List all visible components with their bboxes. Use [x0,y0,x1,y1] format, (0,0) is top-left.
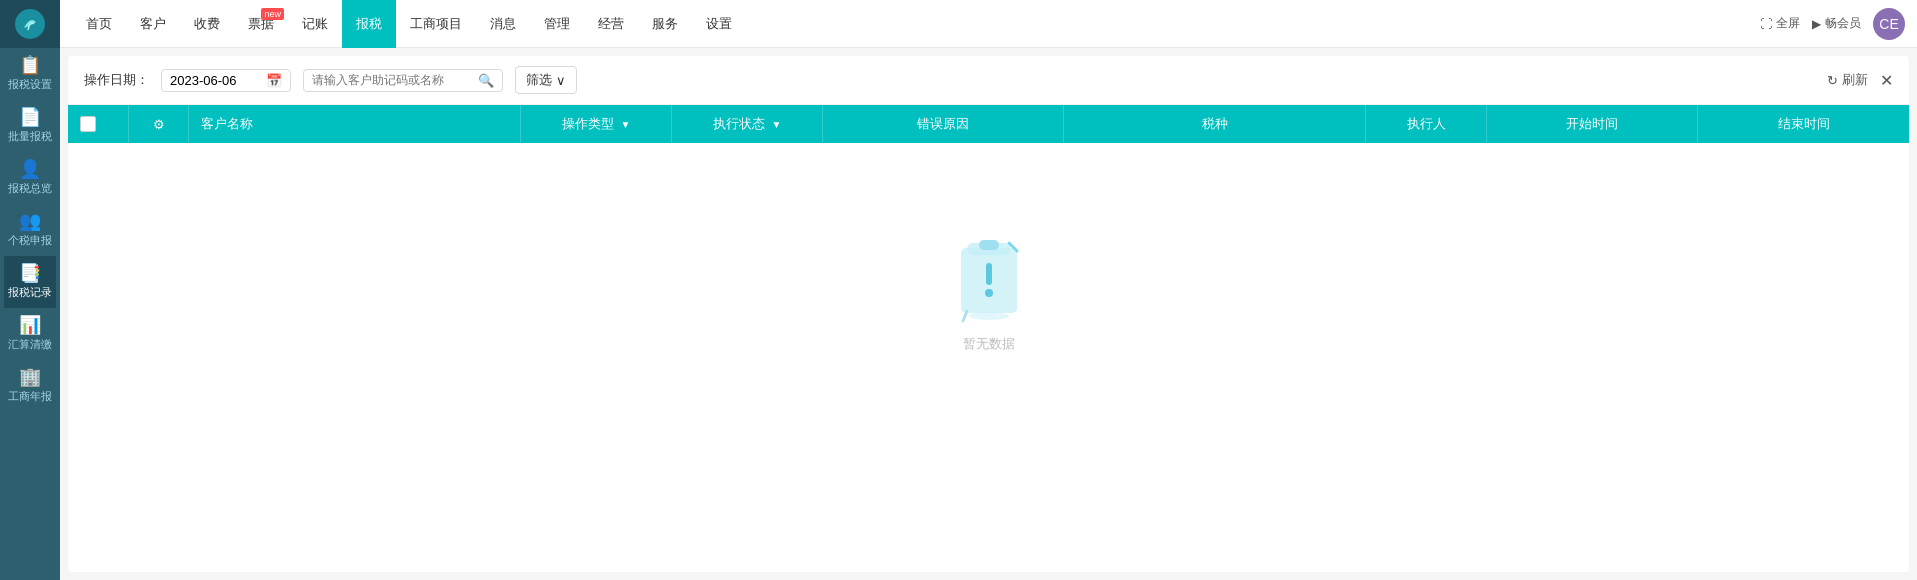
sidebar-item-tax-records[interactable]: 📑 报税记录 [4,256,56,308]
svg-rect-4 [986,263,992,285]
topnav-right: ⛶ 全屏 ▶ 畅会员 CE [1760,8,1905,40]
th-settings[interactable]: ⚙ [128,105,188,143]
tax-records-icon: 📑 [19,264,41,282]
th-executor: 执行人 [1366,105,1487,143]
th-checkbox [68,105,128,143]
sidebar-label-tax-records: 报税记录 [8,285,52,300]
sidebar-label-personal-tax: 个税申报 [8,233,52,248]
main-area: 首页客户收费票据new记账报税工商项目消息管理经营服务设置 ⛶ 全屏 ▶ 畅会员… [60,0,1917,580]
video-icon: ▶ [1812,17,1821,31]
member-label: 畅会员 [1825,15,1861,32]
topnav-item-home[interactable]: 首页 [72,0,126,48]
sidebar: 📋 报税设置 📄 批量报税 👤 报税总览 👥 个税申报 📑 报税记录 📊 汇算清缴 🏢 工商年报 [0,0,60,580]
sort-icon-op-type: ▼ [620,119,630,130]
topnav: 首页客户收费票据new记账报税工商项目消息管理经营服务设置 ⛶ 全屏 ▶ 畅会员… [60,0,1917,48]
sidebar-item-tax-overview[interactable]: 👤 报税总览 [4,152,56,204]
tax-overview-icon: 👤 [19,160,41,178]
sidebar-item-personal-tax[interactable]: 👥 个税申报 [4,204,56,256]
toolbar: 操作日期： 📅 🔍 筛选 ∨ ↻ 刷新 ✕ [68,56,1909,105]
th-status[interactable]: 执行状态 ▼ [672,105,823,143]
empty-icon [949,233,1029,323]
empty-text: 暂无数据 [963,335,1015,353]
th-error: 错误原因 [822,105,1063,143]
data-table: ⚙ 客户名称 操作类型 ▼ 执行状态 ▼ 错误原因 [68,105,1909,143]
personal-tax-icon: 👥 [19,212,41,230]
select-all-checkbox[interactable] [80,116,96,132]
tax-settings-icon: 📋 [19,56,41,74]
empty-state: 暂无数据 [68,143,1909,443]
close-button[interactable]: ✕ [1880,71,1893,90]
content-area: 操作日期： 📅 🔍 筛选 ∨ ↻ 刷新 ✕ [68,56,1909,572]
topnav-item-client[interactable]: 客户 [126,0,180,48]
refresh-button[interactable]: ↻ 刷新 [1827,71,1868,89]
search-icon: 🔍 [478,73,494,88]
chevron-down-icon: ∨ [556,73,566,88]
sidebar-label-batch-tax: 批量报税 [8,129,52,144]
th-tax: 税种 [1064,105,1366,143]
avatar[interactable]: CE [1873,8,1905,40]
sidebar-item-tax-settings[interactable]: 📋 报税设置 [4,48,56,100]
member-button[interactable]: ▶ 畅会员 [1812,15,1861,32]
sidebar-item-annual-report[interactable]: 🏢 工商年报 [4,360,56,412]
topnav-item-tax[interactable]: 报税 [342,0,396,48]
toolbar-right: ↻ 刷新 ✕ [1827,71,1893,90]
settlement-icon: 📊 [19,316,41,334]
topnav-item-message[interactable]: 消息 [476,0,530,48]
topnav-item-billing[interactable]: 收费 [180,0,234,48]
filter-label: 筛选 [526,71,552,89]
topnav-item-settings[interactable]: 设置 [692,0,746,48]
topnav-item-invoice[interactable]: 票据new [234,0,288,48]
sidebar-label-settlement: 汇算清缴 [8,337,52,352]
svg-point-5 [985,289,993,297]
sidebar-item-batch-tax[interactable]: 📄 批量报税 [4,100,56,152]
search-input[interactable] [312,73,472,87]
sidebar-item-settlement[interactable]: 📊 汇算清缴 [4,308,56,360]
batch-tax-icon: 📄 [19,108,41,126]
fullscreen-button[interactable]: ⛶ 全屏 [1760,15,1800,32]
refresh-icon: ↻ [1827,73,1838,88]
badge-new-invoice: new [261,8,284,21]
annual-report-icon: 🏢 [19,368,41,386]
topnav-item-manage[interactable]: 管理 [530,0,584,48]
th-customer: 客户名称 [189,105,521,143]
th-end-time: 结束时间 [1698,105,1909,143]
topnav-item-bizproject[interactable]: 工商项目 [396,0,476,48]
sidebar-label-tax-overview: 报税总览 [8,181,52,196]
table-container: ⚙ 客户名称 操作类型 ▼ 执行状态 ▼ 错误原因 [68,105,1909,572]
search-box[interactable]: 🔍 [303,69,503,92]
refresh-label: 刷新 [1842,71,1868,89]
date-label: 操作日期： [84,71,149,89]
table-header-row: ⚙ 客户名称 操作类型 ▼ 执行状态 ▼ 错误原因 [68,105,1909,143]
date-input[interactable]: 📅 [161,69,291,92]
topnav-item-ledger[interactable]: 记账 [288,0,342,48]
sidebar-label-annual-report: 工商年报 [8,389,52,404]
fullscreen-label: 全屏 [1776,15,1800,32]
sort-icon-status: ▼ [771,119,781,130]
fullscreen-icon: ⛶ [1760,17,1772,31]
date-field[interactable] [170,73,260,88]
sidebar-logo [0,0,60,48]
svg-rect-3 [979,240,999,250]
filter-button[interactable]: 筛选 ∨ [515,66,577,94]
th-op-type[interactable]: 操作类型 ▼ [521,105,672,143]
topnav-item-operation[interactable]: 经营 [584,0,638,48]
calendar-icon: 📅 [266,73,282,88]
th-start-time: 开始时间 [1486,105,1697,143]
svg-point-7 [969,312,1009,320]
sidebar-label-tax-settings: 报税设置 [8,77,52,92]
topnav-item-service[interactable]: 服务 [638,0,692,48]
